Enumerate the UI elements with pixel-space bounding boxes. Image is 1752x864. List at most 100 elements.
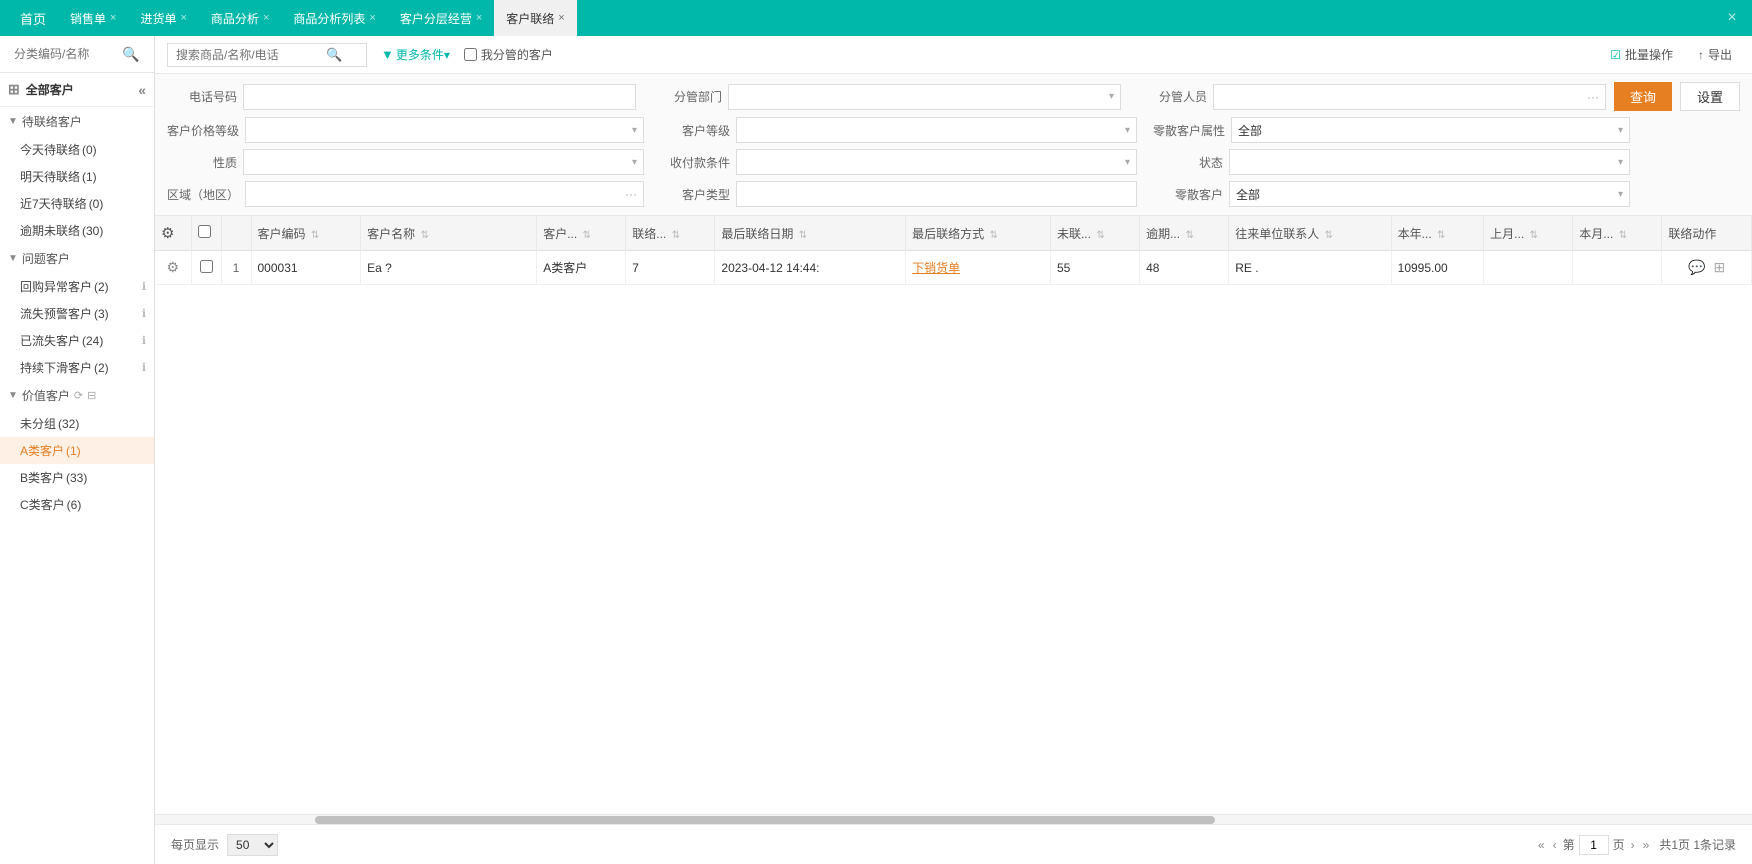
col-sort-unit-contact: ⇅ — [1325, 230, 1333, 241]
row-last-date: 2023-04-12 14:44: — [715, 251, 906, 285]
tab-purchase-order-close[interactable]: × — [180, 12, 186, 24]
sidebar-item-today-pending[interactable]: 今天待联络 (0) — [0, 136, 154, 163]
row-customer-type: A类客户 — [537, 251, 626, 285]
th-customer-name[interactable]: 客户名称 ⇅ — [361, 216, 537, 251]
scrollbar-thumb[interactable] — [315, 816, 1215, 824]
th-customer-type[interactable]: 客户... ⇅ — [537, 216, 626, 251]
customer-type-input[interactable] — [736, 181, 1137, 207]
retail-attr-input[interactable]: 全部 ▾ — [1231, 117, 1630, 143]
th-checkbox[interactable] — [191, 216, 221, 251]
row-gear-cell[interactable]: ⚙ — [155, 251, 191, 285]
tab-product-analysis-list[interactable]: 商品分析列表 × — [281, 0, 387, 36]
value-settings-icon[interactable]: ⊟ — [87, 389, 96, 402]
sidebar-all-customers-header[interactable]: ⊞ 全部客户 « — [0, 73, 154, 107]
settings-button[interactable]: 设置 — [1680, 82, 1740, 111]
status-arrow: ▾ — [1618, 157, 1623, 168]
row-checkbox-cell[interactable] — [191, 251, 221, 285]
last-page-button[interactable]: » — [1641, 838, 1652, 852]
phone-input[interactable] — [243, 84, 636, 110]
customer-level-input[interactable]: ▾ — [736, 117, 1137, 143]
th-last-date[interactable]: 最后联络日期 ⇅ — [715, 216, 906, 251]
tab-customer-segment-close[interactable]: × — [476, 12, 482, 24]
export-button[interactable]: ↑ 导出 — [1690, 43, 1740, 66]
sidebar-section-value[interactable]: ▼ 价值客户 ⟳ ⊟ — [0, 381, 154, 410]
th-rownum — [221, 216, 251, 251]
th-overdue[interactable]: 逾期... ⇅ — [1140, 216, 1229, 251]
dept-label: 分管部门 — [652, 88, 722, 105]
status-input[interactable]: ▾ — [1229, 149, 1630, 175]
nature-input[interactable]: ▾ — [243, 149, 644, 175]
sidebar-item-class-b[interactable]: B类客户 (33) — [0, 464, 154, 491]
region-dots-icon: ··· — [625, 187, 637, 201]
row-last-method[interactable]: 下销货单 — [906, 251, 1051, 285]
col-sort-last-month: ⇅ — [1530, 230, 1538, 241]
sidebar-item-overdue-pending[interactable]: 逾期未联络 (30) — [0, 217, 154, 244]
page-number-input[interactable] — [1579, 835, 1609, 855]
th-unit-contact[interactable]: 往来单位联系人 ⇅ — [1229, 216, 1391, 251]
manager-input[interactable]: ··· — [1213, 84, 1606, 110]
th-this-month[interactable]: 本月... ⇅ — [1573, 216, 1662, 251]
sidebar-search-input[interactable] — [8, 44, 118, 64]
value-refresh-icon[interactable]: ⟳ — [74, 389, 83, 402]
sidebar-collapse-button[interactable]: « — [138, 82, 146, 98]
sidebar-section-problem[interactable]: ▼ 问题客户 — [0, 244, 154, 273]
row-customer-code[interactable]: 000031 — [251, 251, 361, 285]
nature-arrow: ▾ — [632, 157, 637, 168]
tab-sales-order-close[interactable]: × — [110, 12, 116, 24]
row-checkbox[interactable] — [200, 260, 213, 273]
th-last-method[interactable]: 最后联络方式 ⇅ — [906, 216, 1051, 251]
tab-sales-order[interactable]: 销售单 × — [58, 0, 128, 36]
th-customer-code[interactable]: 客户编码 ⇅ — [251, 216, 361, 251]
batch-operation-button[interactable]: ☑ 批量操作 — [1601, 42, 1682, 67]
tab-customer-contact[interactable]: 客户联络 × — [494, 0, 576, 36]
filter-search-icon[interactable]: 🔍 — [326, 47, 342, 63]
search-input-wrap: 🔍 — [167, 43, 367, 67]
col-sort-this-year: ⇅ — [1437, 230, 1445, 241]
tab-customer-contact-close[interactable]: × — [558, 12, 564, 24]
th-uncontacted[interactable]: 未联... ⇅ — [1050, 216, 1139, 251]
query-button[interactable]: 查询 — [1614, 82, 1672, 111]
action-chat-icon[interactable]: 💬 — [1688, 259, 1705, 276]
tab-product-analysis[interactable]: 商品分析 × — [199, 0, 281, 36]
col-sort-last-date: ⇅ — [799, 230, 807, 241]
tab-purchase-order[interactable]: 进货单 × — [128, 0, 198, 36]
sidebar-search-icon[interactable]: 🔍 — [122, 46, 139, 63]
per-page-select[interactable]: 50 100 200 — [227, 834, 278, 856]
sidebar-section-pending[interactable]: ▼ 待联络客户 — [0, 107, 154, 136]
sidebar-item-repurchase-anomaly[interactable]: 回购异常客户 (2) ℹ — [0, 273, 154, 300]
retail-customer-input[interactable]: 全部 ▾ — [1229, 181, 1630, 207]
more-conditions-button[interactable]: ▼ 更多条件 ▾ — [375, 43, 456, 66]
sidebar-item-lost-warning[interactable]: 流失预警客户 (3) ℹ — [0, 300, 154, 327]
first-page-button[interactable]: « — [1536, 838, 1547, 852]
tab-product-analysis-list-close[interactable]: × — [369, 12, 375, 24]
tab-product-analysis-close[interactable]: × — [263, 12, 269, 24]
sidebar-item-lost[interactable]: 已流失客户 (24) ℹ — [0, 327, 154, 354]
th-last-month[interactable]: 上月... ⇅ — [1484, 216, 1573, 251]
sidebar-item-class-c[interactable]: C类客户 (6) — [0, 491, 154, 518]
close-all-tabs-button[interactable]: × — [1720, 6, 1744, 30]
action-more-icon[interactable]: ⊞ — [1714, 259, 1726, 276]
prev-page-button[interactable]: ‹ — [1551, 838, 1559, 852]
my-customers-checkbox[interactable] — [464, 48, 477, 61]
select-all-checkbox[interactable] — [198, 225, 211, 238]
adv-filter-row2: 客户价格等级 ▾ 客户等级 ▾ 零散客户属性 全部 — [167, 117, 1740, 143]
next-page-button[interactable]: › — [1629, 838, 1637, 852]
sidebar-item-class-a[interactable]: A类客户 (1) — [0, 437, 154, 464]
payment-terms-input[interactable]: ▾ — [736, 149, 1137, 175]
price-level-input[interactable]: ▾ — [245, 117, 644, 143]
th-this-year[interactable]: 本年... ⇅ — [1391, 216, 1484, 251]
search-input[interactable] — [176, 48, 326, 62]
sidebar-item-declining[interactable]: 持续下滑客户 (2) ℹ — [0, 354, 154, 381]
dept-input[interactable]: ▾ — [728, 84, 1121, 110]
row-customer-name[interactable]: Ea ? — [361, 251, 537, 285]
sidebar-item-ungrouped[interactable]: 未分组 (32) — [0, 410, 154, 437]
nav-home[interactable]: 首页 — [8, 0, 58, 36]
tab-customer-segment[interactable]: 客户分层经营 × — [388, 0, 494, 36]
sidebar-item-tomorrow-pending[interactable]: 明天待联络 (1) — [0, 163, 154, 190]
sidebar-item-7day-pending[interactable]: 近7天待联络 (0) — [0, 190, 154, 217]
my-customers-label: 我分管的客户 — [481, 46, 553, 63]
th-contact[interactable]: 联络... ⇅ — [626, 216, 715, 251]
th-gear[interactable]: ⚙ — [155, 216, 191, 251]
region-input[interactable]: ··· — [245, 181, 644, 207]
horizontal-scrollbar[interactable] — [155, 814, 1752, 824]
